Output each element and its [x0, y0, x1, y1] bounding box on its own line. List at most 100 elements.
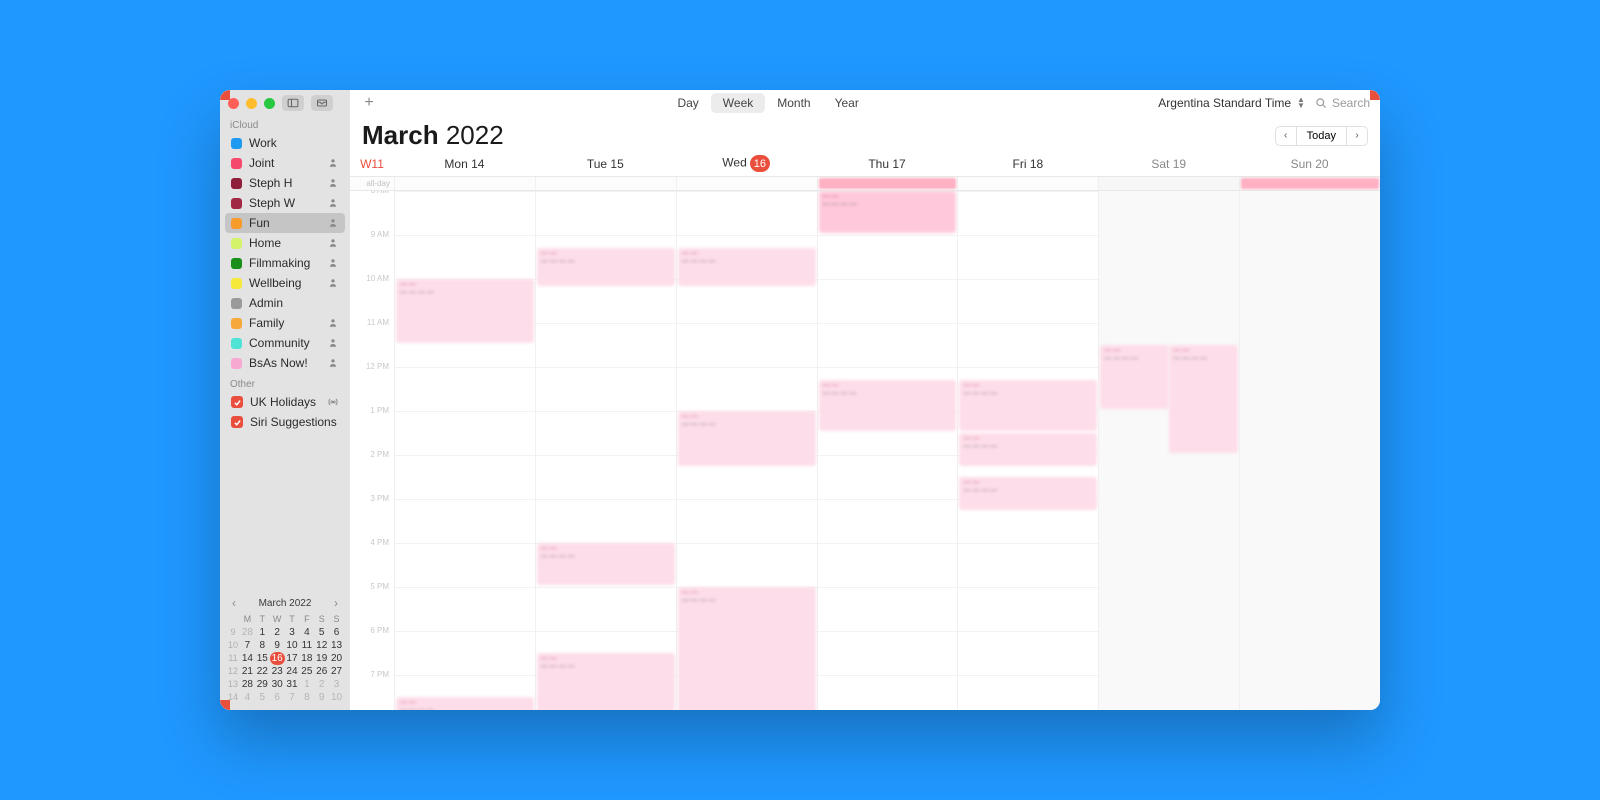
- day-column[interactable]: — —— — — —— —— — — —— —— — — —: [535, 191, 676, 710]
- sidebar-calendar-item[interactable]: BsAs Now!: [225, 353, 345, 373]
- calendar-event[interactable]: — —— — — —: [396, 697, 534, 710]
- mini-day[interactable]: 29: [255, 678, 270, 691]
- fullscreen-window-icon[interactable]: [264, 98, 275, 109]
- mini-day[interactable]: 2: [270, 626, 285, 639]
- mini-day[interactable]: 17: [285, 652, 300, 665]
- sidebar-calendar-item[interactable]: Home: [225, 233, 345, 253]
- allday-cell[interactable]: [676, 177, 817, 190]
- mini-day[interactable]: 10: [285, 639, 300, 652]
- day-column[interactable]: — —— — — —— —— — — —— —— — — —: [676, 191, 817, 710]
- mini-day[interactable]: 6: [329, 626, 344, 639]
- calendar-event[interactable]: — —— — — —: [537, 248, 675, 286]
- view-week-button[interactable]: Week: [711, 93, 765, 113]
- day-column[interactable]: — —— — — — — —— — — —: [817, 191, 958, 710]
- allday-event[interactable]: [1241, 178, 1379, 189]
- mini-day[interactable]: 8: [255, 639, 270, 652]
- mini-day[interactable]: 3: [329, 678, 344, 691]
- sidebar-other-item[interactable]: UK Holidays: [225, 392, 345, 412]
- sidebar-calendar-item[interactable]: Community: [225, 333, 345, 353]
- mini-day[interactable]: 14: [240, 652, 255, 665]
- allday-cell[interactable]: [535, 177, 676, 190]
- calendar-event[interactable]: — —— — — —: [678, 587, 816, 710]
- sidebar-calendar-item[interactable]: Family: [225, 313, 345, 333]
- toggle-sidebar-button[interactable]: [282, 95, 304, 111]
- allday-cell[interactable]: [394, 177, 535, 190]
- mini-day[interactable]: 20: [329, 652, 344, 665]
- mini-day[interactable]: 3: [285, 626, 300, 639]
- new-event-button[interactable]: +: [360, 94, 378, 112]
- calendar-event[interactable]: — —— — — —: [959, 477, 1097, 510]
- checkbox-icon[interactable]: [231, 396, 243, 408]
- mini-day[interactable]: 25: [299, 665, 314, 678]
- day-column[interactable]: — —— — — —: [1239, 191, 1380, 710]
- minimize-window-icon[interactable]: [246, 98, 257, 109]
- mini-day[interactable]: 1: [299, 678, 314, 691]
- mini-day[interactable]: 24: [285, 665, 300, 678]
- mini-day[interactable]: 30: [270, 678, 285, 691]
- calendar-event[interactable]: — —— — — —: [1169, 345, 1238, 453]
- mini-day[interactable]: 11: [299, 639, 314, 652]
- allday-cell[interactable]: [817, 177, 958, 190]
- day-column[interactable]: — —— — — —— —— — — —: [1098, 191, 1239, 710]
- sidebar-calendar-item[interactable]: Admin: [225, 293, 345, 313]
- sidebar-calendar-item[interactable]: Work: [225, 133, 345, 153]
- mini-next-month-button[interactable]: ›: [330, 596, 342, 610]
- day-header[interactable]: Tue 15: [535, 157, 676, 171]
- mini-day[interactable]: 6: [270, 691, 285, 704]
- mini-day[interactable]: 2: [314, 678, 329, 691]
- calendar-event[interactable]: — —— — — —: [396, 279, 534, 343]
- mini-day[interactable]: 13: [329, 639, 344, 652]
- next-week-button[interactable]: ›: [1346, 126, 1368, 146]
- calendar-event[interactable]: — —— — — —: [678, 248, 816, 286]
- prev-week-button[interactable]: ‹: [1275, 126, 1297, 146]
- checkbox-icon[interactable]: [231, 416, 243, 428]
- sidebar-calendar-item[interactable]: Fun: [225, 213, 345, 233]
- mini-day[interactable]: 10: [329, 691, 344, 704]
- day-header[interactable]: Sun 20: [1239, 157, 1380, 171]
- mini-day[interactable]: 9: [270, 639, 285, 652]
- mini-day[interactable]: 4: [240, 691, 255, 704]
- calendar-event[interactable]: — —— — — —: [959, 380, 1097, 431]
- day-header[interactable]: Fri 18: [957, 157, 1098, 171]
- mini-day[interactable]: 28: [240, 678, 255, 691]
- mini-day[interactable]: 16: [270, 652, 285, 665]
- sidebar-calendar-item[interactable]: Steph W: [225, 193, 345, 213]
- calendar-event[interactable]: — —— — — —: [819, 380, 957, 431]
- allday-cell[interactable]: [1098, 177, 1239, 190]
- mini-day[interactable]: 31: [285, 678, 300, 691]
- sidebar-calendar-item[interactable]: Wellbeing: [225, 273, 345, 293]
- day-header[interactable]: Wed16: [676, 155, 817, 172]
- mini-day[interactable]: 7: [285, 691, 300, 704]
- day-column[interactable]: — —— — — —— —— — — —— —— — — —: [957, 191, 1098, 710]
- day-column[interactable]: — —— — — — — —— — — —: [394, 191, 535, 710]
- mini-day[interactable]: 19: [314, 652, 329, 665]
- allday-cell[interactable]: [1239, 177, 1380, 190]
- calendar-event[interactable]: — —— — — —: [819, 191, 957, 233]
- day-header[interactable]: Sat 19: [1098, 157, 1239, 171]
- mini-day[interactable]: 7: [240, 639, 255, 652]
- allday-event[interactable]: [819, 178, 957, 189]
- day-header[interactable]: Thu 17: [817, 157, 958, 171]
- today-button[interactable]: Today: [1297, 126, 1346, 146]
- allday-cell[interactable]: [957, 177, 1098, 190]
- mini-day[interactable]: 28: [240, 626, 255, 639]
- sidebar-calendar-item[interactable]: Steph H: [225, 173, 345, 193]
- mini-day[interactable]: 15: [255, 652, 270, 665]
- mini-day[interactable]: 22: [255, 665, 270, 678]
- mini-day[interactable]: 21: [240, 665, 255, 678]
- search-field[interactable]: Search: [1315, 96, 1370, 110]
- sidebar-other-item[interactable]: Siri Suggestions: [225, 412, 345, 432]
- mini-day[interactable]: 5: [255, 691, 270, 704]
- mini-day[interactable]: 4: [299, 626, 314, 639]
- mini-day[interactable]: 8: [299, 691, 314, 704]
- view-month-button[interactable]: Month: [765, 93, 822, 113]
- timezone-picker[interactable]: Argentina Standard Time ▲▼: [1158, 96, 1305, 110]
- view-day-button[interactable]: Day: [665, 93, 710, 113]
- calendar-event[interactable]: — —— — — —: [959, 433, 1097, 466]
- mini-day[interactable]: 12: [314, 639, 329, 652]
- view-year-button[interactable]: Year: [823, 93, 871, 113]
- mini-day[interactable]: 23: [270, 665, 285, 678]
- mini-prev-month-button[interactable]: ‹: [228, 596, 240, 610]
- mini-day[interactable]: 18: [299, 652, 314, 665]
- mini-day[interactable]: 26: [314, 665, 329, 678]
